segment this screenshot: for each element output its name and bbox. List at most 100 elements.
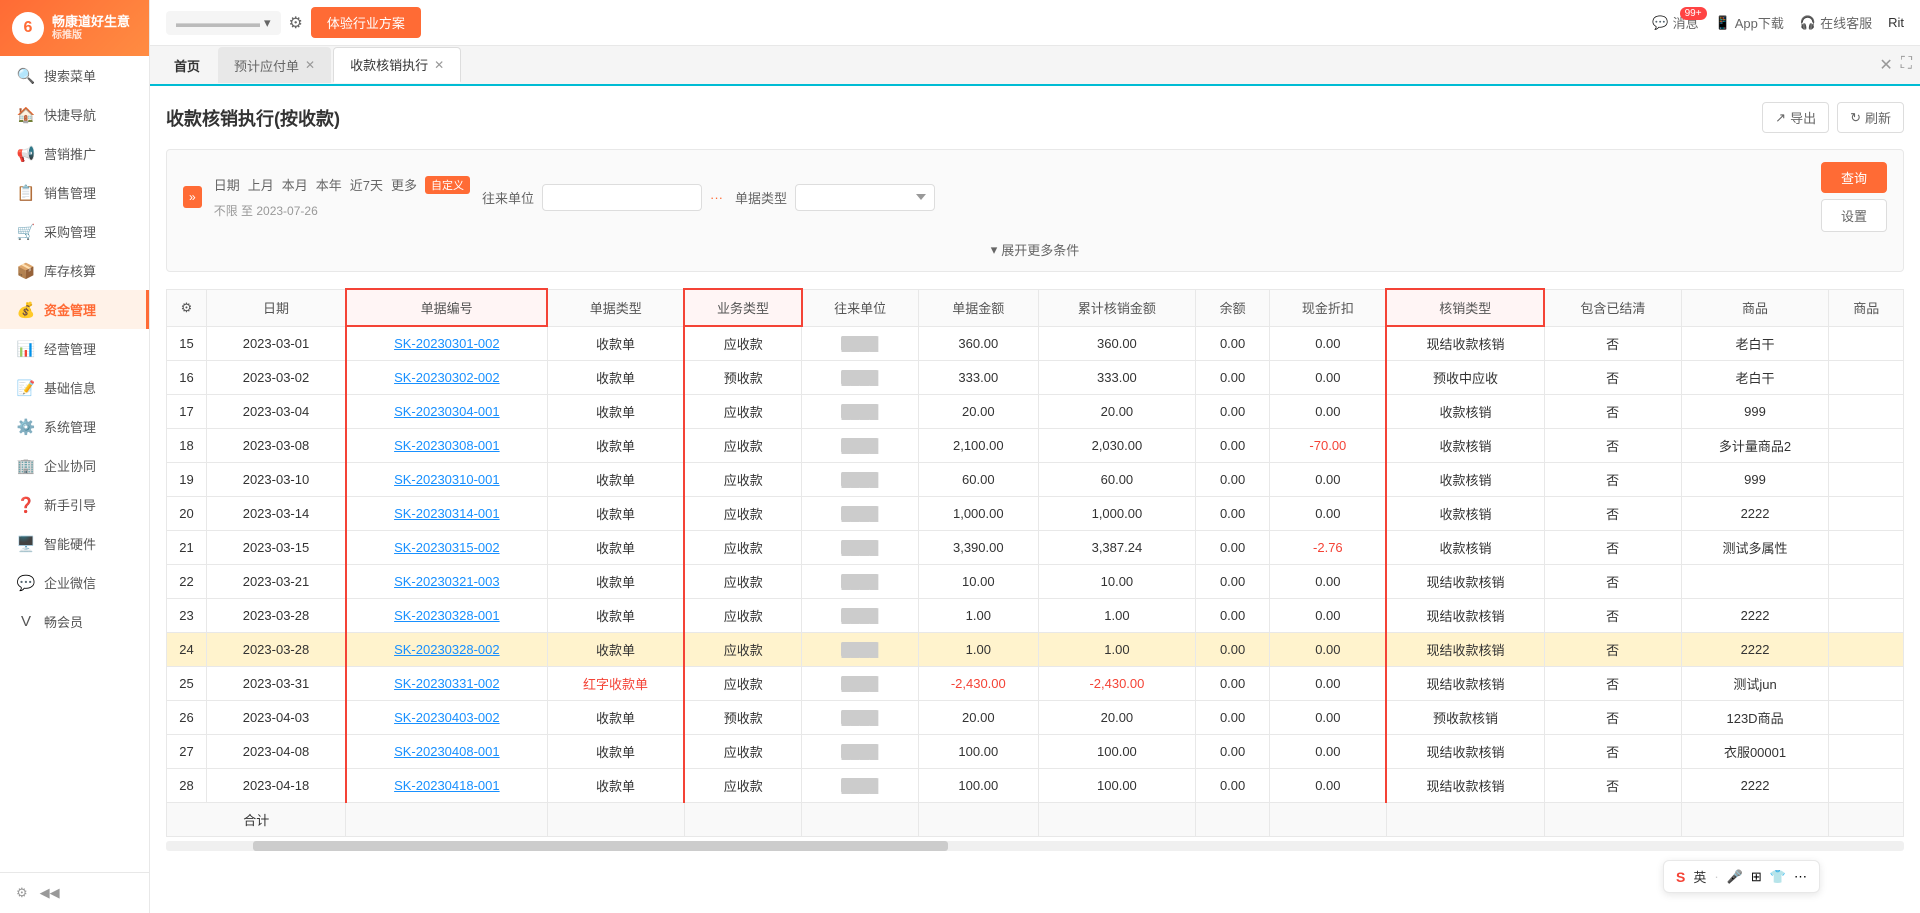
order-link[interactable]: SK-20230331-002 xyxy=(394,676,500,691)
th-counterparty[interactable]: 往来单位 xyxy=(802,289,919,326)
sidebar-item-marketing[interactable]: 📢营销推广 xyxy=(0,134,149,173)
table-row[interactable]: 192023-03-10SK-20230310-001收款单应收款████60.… xyxy=(167,463,1904,497)
ime-more[interactable]: ⋯ xyxy=(1794,869,1807,885)
th-order-no[interactable]: 单据编号 xyxy=(346,289,547,326)
sidebar-item-wechat[interactable]: 💬企业微信 xyxy=(0,563,149,602)
order-link[interactable]: SK-20230328-002 xyxy=(394,642,500,657)
date-link-this-year[interactable]: 本年 xyxy=(316,175,342,194)
sidebar-item-system[interactable]: ⚙️系统管理 xyxy=(0,407,149,446)
order-link[interactable]: SK-20230315-002 xyxy=(394,540,500,555)
order-link[interactable]: SK-20230408-001 xyxy=(394,744,500,759)
ime-mic[interactable]: 🎤 xyxy=(1727,869,1743,885)
sidebar-item-corp[interactable]: 🏢企业协同 xyxy=(0,446,149,485)
table-row[interactable]: 182023-03-08SK-20230308-001收款单应收款████2,1… xyxy=(167,429,1904,463)
order-link[interactable]: SK-20230403-002 xyxy=(394,710,500,725)
table-row[interactable]: 212023-03-15SK-20230315-002收款单应收款████3,3… xyxy=(167,531,1904,565)
date-link-more[interactable]: 更多 xyxy=(391,175,417,194)
date-link-7days[interactable]: 近7天 xyxy=(350,175,383,194)
date-link-last-month[interactable]: 上月 xyxy=(248,175,274,194)
order-link[interactable]: SK-20230314-001 xyxy=(394,506,500,521)
table-row[interactable]: 282023-04-18SK-20230418-001收款单应收款████100… xyxy=(167,769,1904,803)
order-link[interactable]: SK-20230321-003 xyxy=(394,574,500,589)
user-info[interactable]: Rit xyxy=(1888,15,1904,30)
hscroll-bar[interactable] xyxy=(166,841,1904,851)
cell-order-no[interactable]: SK-20230403-002 xyxy=(346,701,547,735)
brand-selector[interactable]: ▬▬▬▬▬▬▬ ▾ xyxy=(166,11,281,35)
order-link[interactable]: SK-20230308-001 xyxy=(394,438,500,453)
cell-order-no[interactable]: SK-20230301-002 xyxy=(346,326,547,361)
settings-icon[interactable]: ⚙ xyxy=(16,885,28,901)
sidebar-item-search[interactable]: 🔍搜索菜单 xyxy=(0,56,149,95)
date-link-this-month[interactable]: 本月 xyxy=(282,175,308,194)
tab-payable[interactable]: 预计应付单 ✕ xyxy=(218,47,331,83)
table-row[interactable]: 232023-03-28SK-20230328-001收款单应收款████1.0… xyxy=(167,599,1904,633)
sidebar-item-quick-nav[interactable]: 🏠快捷导航 xyxy=(0,95,149,134)
date-custom-badge[interactable]: 自定义 xyxy=(425,176,470,194)
th-date[interactable]: 日期 xyxy=(207,289,346,326)
th-amount[interactable]: 单据金额 xyxy=(918,289,1038,326)
cell-order-no[interactable]: SK-20230304-001 xyxy=(346,395,547,429)
order-type-select[interactable] xyxy=(795,184,935,211)
setting-button[interactable]: 设置 xyxy=(1821,199,1887,232)
th-biz-type[interactable]: 业务类型 xyxy=(684,289,801,326)
ime-shirt[interactable]: 👕 xyxy=(1770,869,1786,885)
table-row[interactable]: 252023-03-31SK-20230331-002红字收款单应收款████-… xyxy=(167,667,1904,701)
table-row[interactable]: 202023-03-14SK-20230314-001收款单应收款████1,0… xyxy=(167,497,1904,531)
cell-order-no[interactable]: SK-20230328-002 xyxy=(346,633,547,667)
sidebar-item-hardware[interactable]: 🖥️智能硬件 xyxy=(0,524,149,563)
cell-order-no[interactable]: SK-20230331-002 xyxy=(346,667,547,701)
tab-home[interactable]: 首页 xyxy=(158,47,216,83)
tab-close-all-icon[interactable]: ✕ xyxy=(1879,55,1892,75)
ime-grid[interactable]: ⊞ xyxy=(1751,869,1762,885)
order-link[interactable]: SK-20230310-001 xyxy=(394,472,500,487)
cell-order-no[interactable]: SK-20230302-002 xyxy=(346,361,547,395)
cell-order-no[interactable]: SK-20230408-001 xyxy=(346,735,547,769)
sidebar-item-purchase[interactable]: 🛒采购管理 xyxy=(0,212,149,251)
expand-btn[interactable]: ▾ 展开更多条件 xyxy=(991,240,1080,259)
gear-icon[interactable]: ⚙ xyxy=(289,13,303,33)
th-include-settled[interactable]: 包含已结清 xyxy=(1544,289,1681,326)
cell-order-no[interactable]: SK-20230315-002 xyxy=(346,531,547,565)
sidebar-item-finance[interactable]: 💰资金管理 xyxy=(0,290,149,329)
sidebar-item-ops[interactable]: 📊经营管理 xyxy=(0,329,149,368)
search-button[interactable]: 查询 xyxy=(1821,162,1887,193)
th-product[interactable]: 商品 xyxy=(1681,289,1829,326)
tab-receipt[interactable]: 收款核销执行 ✕ xyxy=(333,47,461,83)
ime-lang[interactable]: 英 xyxy=(1693,867,1706,886)
sidebar-item-basic[interactable]: 📝基础信息 xyxy=(0,368,149,407)
th-balance[interactable]: 余额 xyxy=(1195,289,1270,326)
more-btn[interactable]: ··· xyxy=(710,190,723,205)
th-cumulative[interactable]: 累计核销金额 xyxy=(1038,289,1195,326)
sidebar-item-sales[interactable]: 📋销售管理 xyxy=(0,173,149,212)
counterparty-input[interactable] xyxy=(542,184,702,211)
table-row[interactable]: 172023-03-04SK-20230304-001收款单应收款████20.… xyxy=(167,395,1904,429)
order-link[interactable]: SK-20230304-001 xyxy=(394,404,500,419)
th-gear[interactable]: ⚙ xyxy=(167,289,207,326)
cell-order-no[interactable]: SK-20230328-001 xyxy=(346,599,547,633)
order-link[interactable]: SK-20230301-002 xyxy=(394,336,500,351)
order-link[interactable]: SK-20230328-001 xyxy=(394,608,500,623)
table-row[interactable]: 272023-04-08SK-20230408-001收款单应收款████100… xyxy=(167,735,1904,769)
export-button[interactable]: ↗ 导出 xyxy=(1762,102,1829,133)
industry-btn[interactable]: 体验行业方案 xyxy=(311,7,421,38)
th-cancel-type[interactable]: 核销类型 xyxy=(1386,289,1544,326)
table-row[interactable]: 222023-03-21SK-20230321-003收款单应收款████10.… xyxy=(167,565,1904,599)
table-row[interactable]: 162023-03-02SK-20230302-002收款单预收款████333… xyxy=(167,361,1904,395)
app-download[interactable]: 📱 App下载 xyxy=(1715,13,1784,32)
cell-order-no[interactable]: SK-20230418-001 xyxy=(346,769,547,803)
message-badge[interactable]: 💬 消息 99+ xyxy=(1652,13,1698,32)
th-cash-discount[interactable]: 现金折扣 xyxy=(1270,289,1387,326)
sidebar-item-guide[interactable]: ❓新手引导 xyxy=(0,485,149,524)
order-link[interactable]: SK-20230302-002 xyxy=(394,370,500,385)
order-link[interactable]: SK-20230418-001 xyxy=(394,778,500,793)
cell-order-no[interactable]: SK-20230321-003 xyxy=(346,565,547,599)
table-row[interactable]: 262023-04-03SK-20230403-002收款单预收款████20.… xyxy=(167,701,1904,735)
tab-receipt-close[interactable]: ✕ xyxy=(434,58,444,72)
cell-order-no[interactable]: SK-20230308-001 xyxy=(346,429,547,463)
th-product2[interactable]: 商品 xyxy=(1829,289,1904,326)
tab-payable-close[interactable]: ✕ xyxy=(305,58,315,72)
refresh-button[interactable]: ↻ 刷新 xyxy=(1837,102,1904,133)
tab-expand-icon[interactable]: ⛶ xyxy=(1901,55,1912,75)
sidebar-item-inventory[interactable]: 📦库存核算 xyxy=(0,251,149,290)
cell-order-no[interactable]: SK-20230314-001 xyxy=(346,497,547,531)
